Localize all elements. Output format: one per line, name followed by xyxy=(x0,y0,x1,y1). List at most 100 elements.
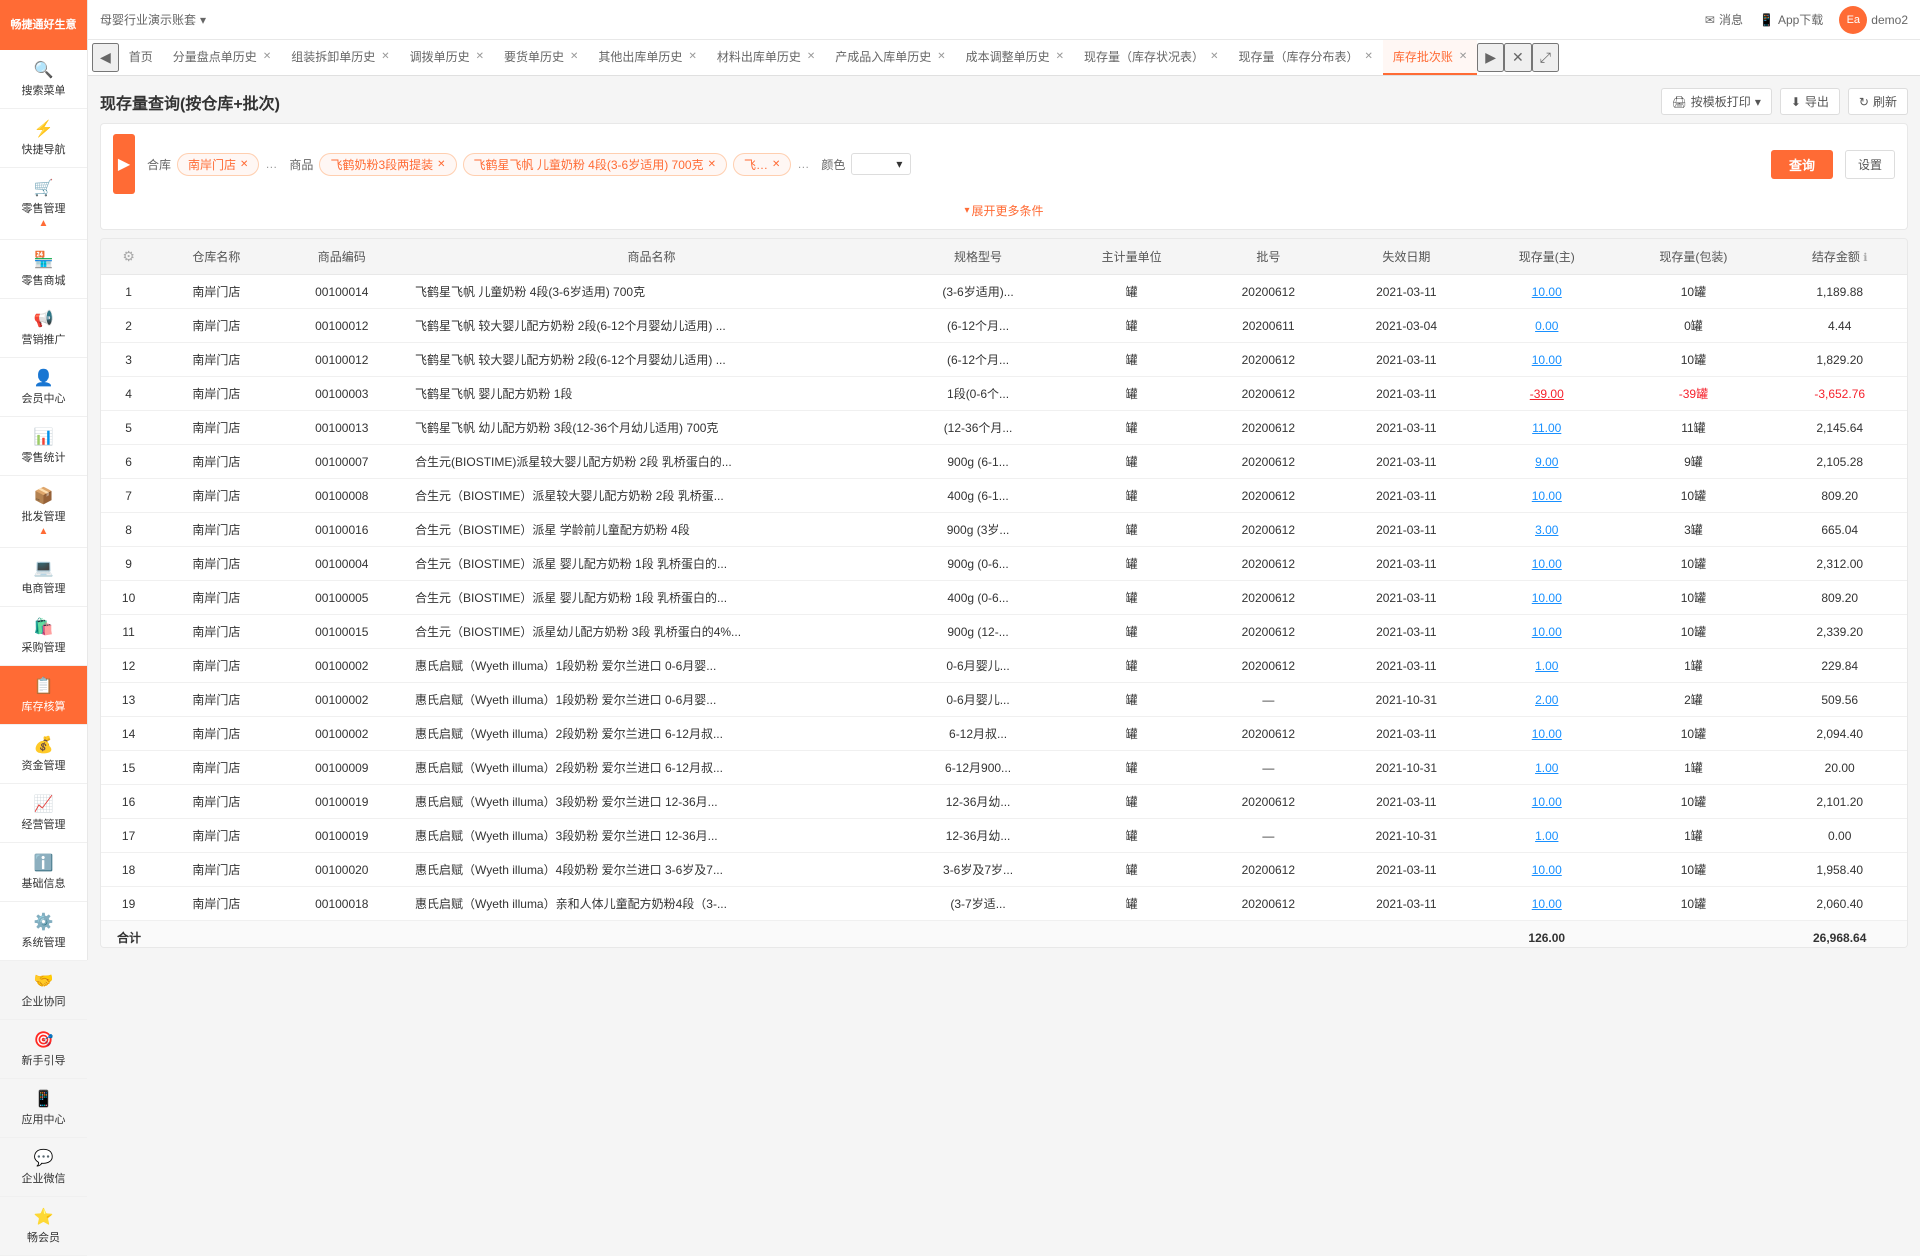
tab-split-history[interactable]: 分量盘点单历史✕ xyxy=(163,40,281,75)
cell-no: 7 xyxy=(101,479,156,513)
cell-amount: 509.56 xyxy=(1772,683,1907,717)
sidebar-item-wholesale[interactable]: 📦 批发管理 ▲ xyxy=(0,476,87,548)
close-icon[interactable]: ✕ xyxy=(240,159,248,170)
export-btn[interactable]: ⬇ 导出 xyxy=(1780,88,1840,115)
account-selector[interactable]: 母婴行业演示账套 ▾ xyxy=(100,11,206,28)
close-icon[interactable]: ✕ xyxy=(772,159,780,170)
product-tag-2[interactable]: 飞鹤星飞帆 儿童奶粉 4段(3-6岁适用) 700克 ✕ xyxy=(463,153,727,176)
tab-want-history[interactable]: 要货单历史✕ xyxy=(494,40,588,75)
sidebar-item-quick-nav[interactable]: ⚡ 快捷导航 xyxy=(0,109,87,168)
sidebar-item-inventory[interactable]: 📋 库存核算 xyxy=(0,666,87,725)
cell-batch: 20200612 xyxy=(1203,445,1333,479)
tab-prev-btn[interactable]: ◀ xyxy=(92,43,119,72)
expand-conditions-btn[interactable]: ▾ 展开更多条件 xyxy=(964,202,1043,219)
sidebar-item-business[interactable]: 📈 经营管理 xyxy=(0,784,87,843)
tab-close-all-btn[interactable]: ✕ xyxy=(1504,43,1532,72)
sidebar-item-finance[interactable]: 💰 资金管理 xyxy=(0,725,87,784)
tab-mix-history[interactable]: 调拨单历史✕ xyxy=(400,40,494,75)
cell-expire: 2021-03-11 xyxy=(1334,377,1480,411)
sidebar-label-enterprise: 企业协同 xyxy=(22,993,66,1009)
tab-close-icon[interactable]: ✕ xyxy=(476,51,484,62)
color-dropdown[interactable]: ▾ xyxy=(851,153,911,175)
tab-product-in-history[interactable]: 产成品入库单历史✕ xyxy=(825,40,955,75)
tab-close-icon[interactable]: ✕ xyxy=(570,51,578,62)
sidebar-item-enterprise-wechat[interactable]: 💬 企业微信 xyxy=(0,1138,87,1197)
th-warehouse: 仓库名称 xyxy=(156,239,276,275)
tab-next-btn[interactable]: ▶ xyxy=(1477,43,1504,72)
print-btn[interactable]: 🖨 按模板打印 ▾ xyxy=(1661,88,1772,115)
cell-name: 飞鹤星飞帆 儿童奶粉 4段(3-6岁适用) 700克 xyxy=(407,275,896,309)
sidebar-item-member2[interactable]: ⭐ 畅会员 xyxy=(0,1197,87,1256)
sidebar-item-enterprise[interactable]: 🤝 企业协同 xyxy=(0,961,87,1020)
page-title: 现存量查询(按仓库+批次) xyxy=(100,90,280,114)
cell-expire: 2021-10-31 xyxy=(1334,683,1480,717)
tab-batch-voucher[interactable]: 库存批次账✕ xyxy=(1383,40,1477,75)
sidebar-item-appcenter[interactable]: 📱 应用中心 xyxy=(0,1079,87,1138)
tab-other-out-history[interactable]: 其他出库单历史✕ xyxy=(588,40,706,75)
th-name: 商品名称 xyxy=(407,239,896,275)
query-btn[interactable]: 查询 xyxy=(1771,150,1833,179)
more-warehouse-icon[interactable]: … xyxy=(265,157,277,171)
tab-home[interactable]: 首页 xyxy=(119,40,163,75)
app-download-btn[interactable]: 📱 App下载 xyxy=(1759,11,1823,28)
cell-amount: 2,094.40 xyxy=(1772,717,1907,751)
tab-material-out-history[interactable]: 材料出库单历史✕ xyxy=(707,40,825,75)
close-icon[interactable]: ✕ xyxy=(437,159,445,170)
warehouse-tag[interactable]: 南岸门店 ✕ xyxy=(177,153,259,176)
tab-close-icon[interactable]: ✕ xyxy=(688,51,696,62)
more-product-icon[interactable]: … xyxy=(797,157,809,171)
message-btn[interactable]: ✉ 消息 xyxy=(1705,11,1743,28)
cell-qty-pack: 10罐 xyxy=(1614,275,1772,309)
cell-qty-main: 9.00 xyxy=(1479,445,1614,479)
filter-expand-btn[interactable]: ▶ xyxy=(113,134,135,194)
tab-disassemble-history[interactable]: 组装拆卸单历史✕ xyxy=(281,40,399,75)
cell-qty-pack: 2罐 xyxy=(1614,683,1772,717)
cell-code: 00100003 xyxy=(277,377,407,411)
cell-no: 3 xyxy=(101,343,156,377)
product-tag-1[interactable]: 飞鹤奶粉3段两提装 ✕ xyxy=(319,153,456,176)
sidebar-item-newguide[interactable]: 🎯 新手引导 xyxy=(0,1020,87,1079)
tab-close-icon[interactable]: ✕ xyxy=(937,51,945,62)
settings-icon[interactable]: ⚙ xyxy=(122,248,135,264)
tab-close-icon[interactable]: ✕ xyxy=(263,51,271,62)
tab-cost-adjust-history[interactable]: 成本调整单历史✕ xyxy=(956,40,1074,75)
user-profile[interactable]: Ea demo2 xyxy=(1839,6,1908,34)
sidebar-item-marketing[interactable]: 📢 营销推广 xyxy=(0,299,87,358)
sidebar-item-ecommerce[interactable]: 💻 电商管理 xyxy=(0,548,87,607)
cell-qty-pack: 10罐 xyxy=(1614,547,1772,581)
cell-warehouse: 南岸门店 xyxy=(156,343,276,377)
cell-batch: 20200612 xyxy=(1203,785,1333,819)
refresh-btn[interactable]: ↻ 刷新 xyxy=(1848,88,1908,115)
sidebar-item-retail-shop[interactable]: 🏪 零售商城 xyxy=(0,240,87,299)
topbar: 母婴行业演示账套 ▾ ✉ 消息 📱 App下载 Ea demo2 xyxy=(88,0,1920,40)
close-icon[interactable]: ✕ xyxy=(708,159,716,170)
tab-close-icon[interactable]: ✕ xyxy=(1459,51,1467,62)
tab-close-icon[interactable]: ✕ xyxy=(1364,51,1372,62)
sidebar-item-retail[interactable]: 🛒 零售管理 ▲ xyxy=(0,168,87,240)
sidebar-item-member[interactable]: 👤 会员中心 xyxy=(0,358,87,417)
cell-code: 00100002 xyxy=(277,649,407,683)
table-row: 12 南岸门店 00100002 惠氏启赋（Wyeth illuma）1段奶粉 … xyxy=(101,649,1907,683)
sidebar-item-basic[interactable]: ℹ️ 基础信息 xyxy=(0,843,87,902)
tab-close-icon[interactable]: ✕ xyxy=(1210,51,1218,62)
cell-no: 6 xyxy=(101,445,156,479)
tab-maximize-btn[interactable]: ⤢ xyxy=(1532,43,1559,72)
th-qty-main: 现存量(主) xyxy=(1479,239,1614,275)
table-row: 13 南岸门店 00100002 惠氏启赋（Wyeth illuma）1段奶粉 … xyxy=(101,683,1907,717)
tab-inventory-status[interactable]: 现存量（库存状况表）✕ xyxy=(1074,40,1228,75)
tab-close-icon[interactable]: ✕ xyxy=(381,51,389,62)
cell-amount: 2,339.20 xyxy=(1772,615,1907,649)
tab-close-icon[interactable]: ✕ xyxy=(1056,51,1064,62)
tab-inventory-dist[interactable]: 现存量（库存分布表）✕ xyxy=(1228,40,1382,75)
tab-close-icon[interactable]: ✕ xyxy=(807,51,815,62)
sidebar-item-search[interactable]: 🔍 搜索菜单 xyxy=(0,50,87,109)
cell-batch: — xyxy=(1203,683,1333,717)
sidebar-item-system[interactable]: ⚙️ 系统管理 xyxy=(0,902,87,961)
info-icon[interactable]: ℹ xyxy=(1863,252,1867,264)
sidebar-item-retail-stats[interactable]: 📊 零售统计 xyxy=(0,417,87,476)
sidebar-item-purchase[interactable]: 🛍️ 采购管理 xyxy=(0,607,87,666)
setting-btn[interactable]: 设置 xyxy=(1845,150,1895,179)
cell-name: 合生元（BIOSTIME）派星幼儿配方奶粉 3段 乳桥蛋白的4%... xyxy=(407,615,896,649)
print-icon: 🖨 xyxy=(1672,95,1687,109)
product-tag-3[interactable]: 飞… ✕ xyxy=(733,153,791,176)
